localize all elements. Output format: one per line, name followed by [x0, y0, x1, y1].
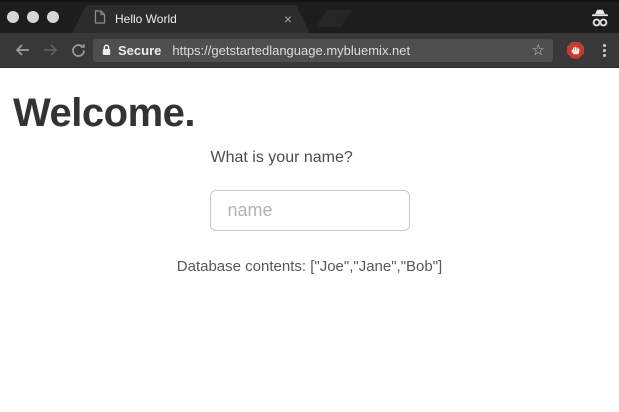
question-label: What is your name?	[210, 149, 353, 166]
traffic-lights	[7, 11, 59, 23]
window-zoom-button[interactable]	[47, 11, 59, 23]
tab-close-icon[interactable]: ×	[284, 12, 292, 26]
name-form: What is your name?	[209, 149, 410, 231]
document-icon	[94, 9, 106, 29]
tab-title: Hello World	[115, 12, 177, 26]
name-input[interactable]	[209, 190, 410, 231]
tab-bar: Hello World ×	[0, 0, 619, 33]
new-tab-button[interactable]	[316, 10, 352, 27]
bookmark-star-icon[interactable]: ☆	[532, 43, 545, 58]
window-close-button[interactable]	[7, 11, 19, 23]
page-content: Welcome. What is your name? Database con…	[0, 68, 619, 411]
security-label: Secure	[118, 42, 162, 58]
kebab-menu-icon[interactable]	[597, 43, 611, 57]
url-text: https://getstartedlanguage.mybluemix.net	[172, 42, 411, 58]
adblock-hand-icon[interactable]	[567, 41, 584, 59]
back-arrow-icon[interactable]	[8, 36, 36, 64]
database-contents-text: Database contents: ["Joe","Jane","Bob"]	[176, 258, 443, 275]
forward-arrow-icon[interactable]	[36, 36, 64, 64]
page-title: Welcome.	[13, 91, 196, 135]
tab-hello-world[interactable]: Hello World ×	[72, 5, 310, 33]
lock-icon	[101, 43, 112, 57]
browser-toolbar: Secure https://getstartedlanguage.myblue…	[0, 33, 619, 68]
address-bar[interactable]: Secure https://getstartedlanguage.myblue…	[93, 38, 553, 62]
window-minimize-button[interactable]	[27, 11, 39, 23]
incognito-icon	[588, 8, 612, 35]
browser-window: Hello World × Secure https://getstartedl…	[0, 0, 619, 412]
reload-icon[interactable]	[64, 36, 92, 64]
